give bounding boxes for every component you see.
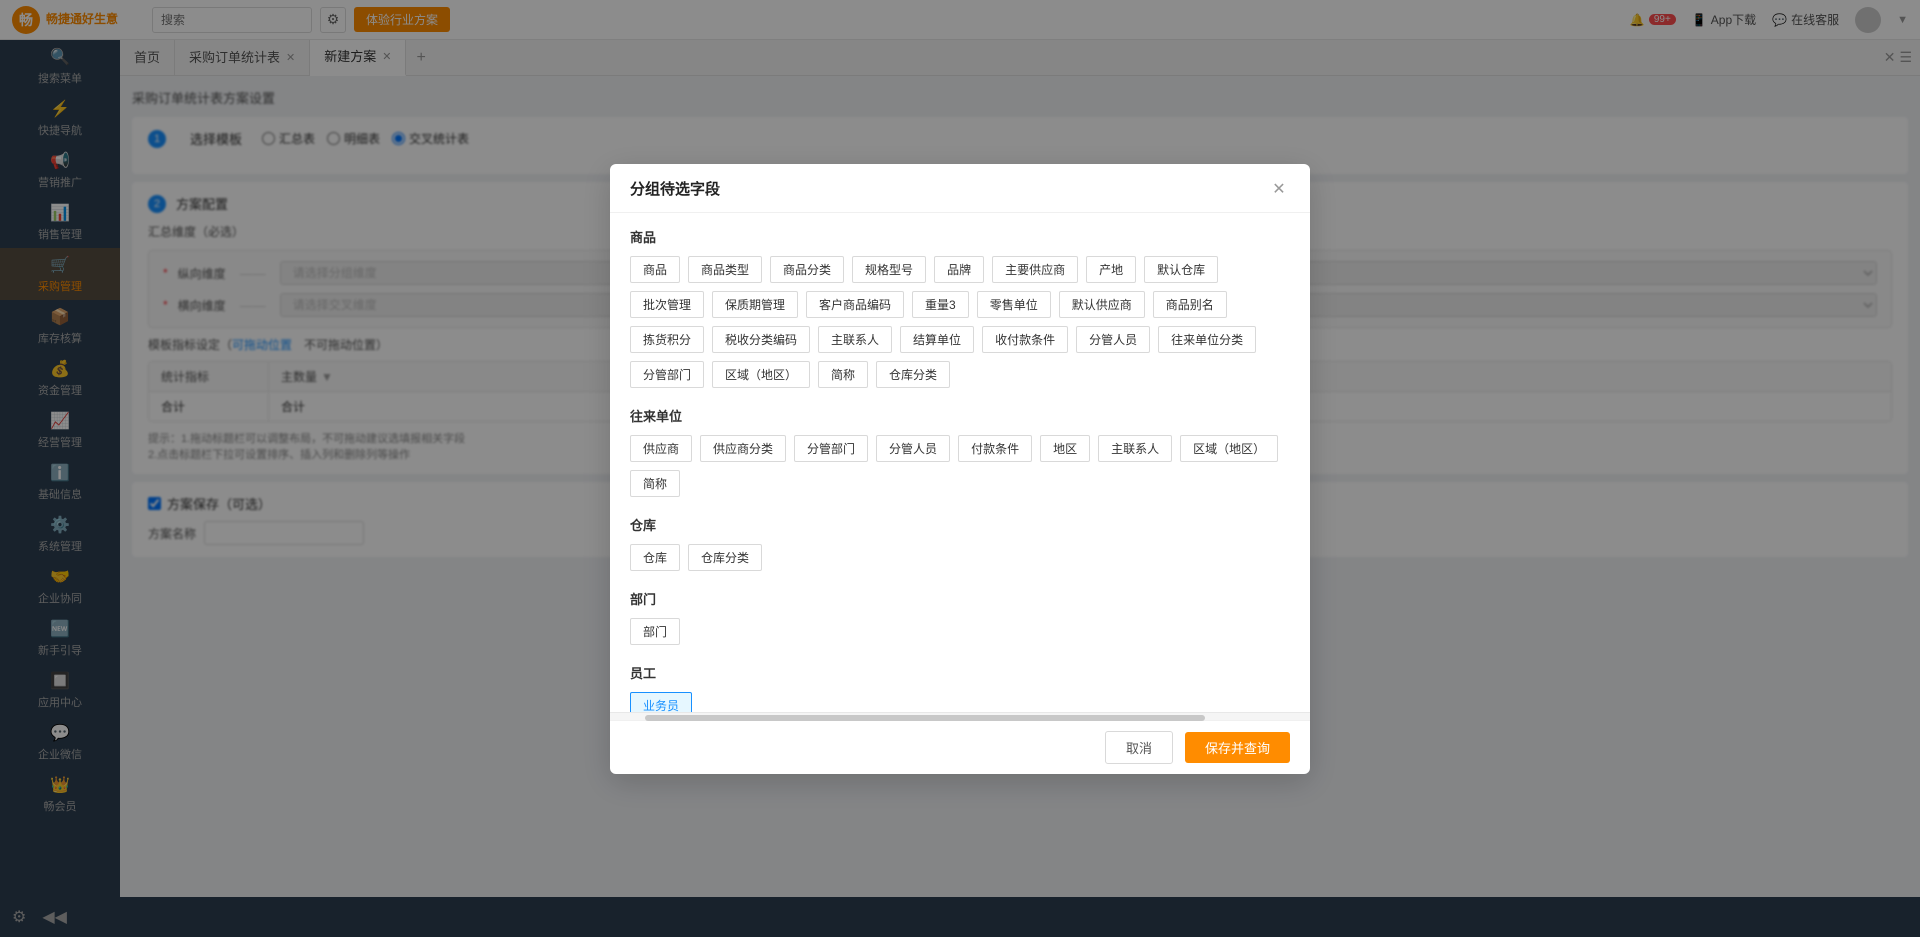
modal-save-button[interactable]: 保存并查询 — [1185, 732, 1290, 763]
tag-default-supplier[interactable]: 默认供应商 — [1059, 291, 1145, 318]
modal-overlay: 分组待选字段 ✕ 商品 商品 商品类型 商品分类 规格型号 品牌 主要供应商 产… — [0, 0, 1920, 937]
tag-main-supplier[interactable]: 主要供应商 — [992, 256, 1078, 283]
tag-region[interactable]: 区域（地区） — [712, 361, 810, 388]
field-group-partner-title: 往来单位 — [630, 406, 1290, 425]
field-group-department-title: 部门 — [630, 589, 1290, 608]
field-group-goods-title: 商品 — [630, 227, 1290, 246]
tag-partner-dept[interactable]: 分管部门 — [794, 435, 868, 462]
tag-goods-category[interactable]: 商品分类 — [770, 256, 844, 283]
tag-department[interactable]: 部门 — [630, 618, 680, 645]
modal-horizontal-scrollbar[interactable] — [610, 712, 1310, 720]
tag-default-warehouse[interactable]: 默认仓库 — [1144, 256, 1218, 283]
tag-abbr[interactable]: 简称 — [818, 361, 868, 388]
field-group-warehouse: 仓库 仓库 仓库分类 — [630, 515, 1290, 571]
tag-payment-condition[interactable]: 付款条件 — [958, 435, 1032, 462]
modal-body[interactable]: 商品 商品 商品类型 商品分类 规格型号 品牌 主要供应商 产地 默认仓库 批次… — [610, 213, 1310, 712]
field-group-employee-title: 员工 — [630, 663, 1290, 682]
tag-dept[interactable]: 分管部门 — [630, 361, 704, 388]
tag-retail-unit[interactable]: 零售单位 — [977, 291, 1051, 318]
tag-batch-mgmt[interactable]: 批次管理 — [630, 291, 704, 318]
field-tags-employee: 业务员 — [630, 692, 1290, 712]
tag-partner-region[interactable]: 区域（地区） — [1180, 435, 1278, 462]
field-tags-warehouse: 仓库 仓库分类 — [630, 544, 1290, 571]
tag-area[interactable]: 地区 — [1040, 435, 1090, 462]
tag-warehouse[interactable]: 仓库 — [630, 544, 680, 571]
modal-cancel-button[interactable]: 取消 — [1105, 731, 1173, 764]
modal-header: 分组待选字段 ✕ — [610, 164, 1310, 213]
tag-shelf-life[interactable]: 保质期管理 — [712, 291, 798, 318]
field-tags-partner: 供应商 供应商分类 分管部门 分管人员 付款条件 地区 主联系人 区域（地区） … — [630, 435, 1290, 497]
tag-brand[interactable]: 品牌 — [934, 256, 984, 283]
tag-warehouse-cat[interactable]: 仓库分类 — [688, 544, 762, 571]
tag-pick-score[interactable]: 拣货积分 — [630, 326, 704, 353]
tag-supplier-category[interactable]: 供应商分类 — [700, 435, 786, 462]
tag-supplier[interactable]: 供应商 — [630, 435, 692, 462]
field-group-partner: 往来单位 供应商 供应商分类 分管部门 分管人员 付款条件 地区 主联系人 区域… — [630, 406, 1290, 497]
tag-goods-alias[interactable]: 商品别名 — [1153, 291, 1227, 318]
tag-weight3[interactable]: 重量3 — [912, 291, 969, 318]
tag-spec-model[interactable]: 规格型号 — [852, 256, 926, 283]
tag-supervisor[interactable]: 分管人员 — [1076, 326, 1150, 353]
modal-dialog: 分组待选字段 ✕ 商品 商品 商品类型 商品分类 规格型号 品牌 主要供应商 产… — [610, 164, 1310, 774]
tag-salesperson[interactable]: 业务员 — [630, 692, 692, 712]
modal-title: 分组待选字段 — [630, 178, 720, 199]
field-tags-goods: 商品 商品类型 商品分类 规格型号 品牌 主要供应商 产地 默认仓库 批次管理 … — [630, 256, 1290, 388]
modal-hscroll-thumb — [645, 715, 1205, 721]
tag-payment-terms[interactable]: 收付款条件 — [982, 326, 1068, 353]
field-group-department: 部门 部门 — [630, 589, 1290, 645]
tag-partner-category[interactable]: 往来单位分类 — [1158, 326, 1256, 353]
tag-main-contact[interactable]: 主联系人 — [818, 326, 892, 353]
tag-origin[interactable]: 产地 — [1086, 256, 1136, 283]
tag-customer-code[interactable]: 客户商品编码 — [806, 291, 904, 318]
tag-tax-code[interactable]: 税收分类编码 — [712, 326, 810, 353]
tag-partner-supervisor[interactable]: 分管人员 — [876, 435, 950, 462]
field-group-employee: 员工 业务员 — [630, 663, 1290, 712]
modal-bottom-actions: 取消 保存并查询 — [610, 720, 1310, 774]
tag-warehouse-category[interactable]: 仓库分类 — [876, 361, 950, 388]
field-tags-department: 部门 — [630, 618, 1290, 645]
tag-goods-type[interactable]: 商品类型 — [688, 256, 762, 283]
modal-close-button[interactable]: ✕ — [1268, 178, 1290, 200]
tag-partner-contact[interactable]: 主联系人 — [1098, 435, 1172, 462]
field-group-warehouse-title: 仓库 — [630, 515, 1290, 534]
field-group-goods: 商品 商品 商品类型 商品分类 规格型号 品牌 主要供应商 产地 默认仓库 批次… — [630, 227, 1290, 388]
tag-partner-abbr[interactable]: 简称 — [630, 470, 680, 497]
tag-goods[interactable]: 商品 — [630, 256, 680, 283]
tag-settlement-unit[interactable]: 结算单位 — [900, 326, 974, 353]
